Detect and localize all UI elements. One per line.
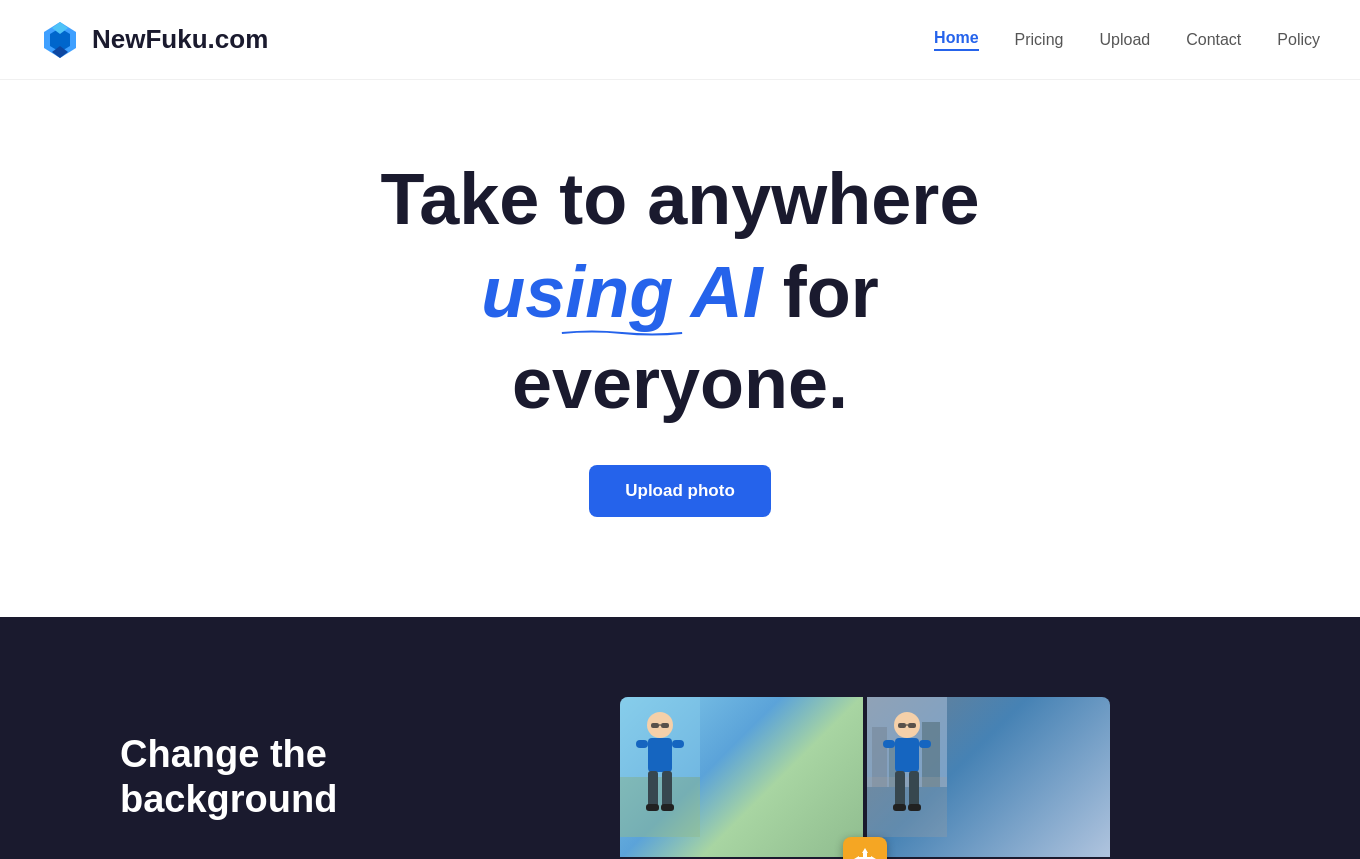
svg-rect-5 [620, 777, 700, 837]
transform-arrow-icon [843, 837, 887, 859]
svg-rect-7 [651, 723, 659, 728]
svg-rect-8 [661, 723, 669, 728]
svg-rect-11 [636, 740, 648, 748]
logo-icon [40, 20, 80, 60]
svg-rect-24 [908, 723, 916, 728]
svg-rect-29 [895, 771, 905, 807]
person-figure-tl [620, 697, 700, 837]
dark-section-description: Revolutionize your photos with AI that c… [120, 851, 540, 859]
svg-rect-13 [648, 771, 658, 807]
nav-link-upload[interactable]: Upload [1099, 31, 1150, 49]
logo-text: NewFuku.com [92, 24, 268, 55]
nav-link-contact[interactable]: Contact [1186, 31, 1241, 49]
svg-rect-27 [883, 740, 895, 748]
svg-rect-10 [648, 738, 672, 772]
svg-rect-23 [898, 723, 906, 728]
nav-link-pricing[interactable]: Pricing [1015, 31, 1064, 49]
hero-for-text: for [763, 252, 879, 332]
nav-links: Home Pricing Upload Contact Policy [934, 29, 1320, 51]
nav-link-policy[interactable]: Policy [1277, 31, 1320, 49]
hero-title-line2: using AI for [40, 251, 1320, 334]
svg-rect-32 [908, 804, 921, 811]
background-image-grid [620, 697, 1110, 859]
dark-section-title: Change the background [120, 732, 540, 823]
svg-rect-16 [661, 804, 674, 811]
dark-section: Change the background Revolutionize your… [0, 617, 1360, 859]
svg-rect-28 [919, 740, 931, 748]
grid-cell-city [867, 697, 1110, 857]
svg-rect-15 [646, 804, 659, 811]
nav-link-home[interactable]: Home [934, 29, 978, 51]
hero-everyone-text: everyone. [40, 342, 1320, 425]
svg-rect-30 [909, 771, 919, 807]
grid-cell-original [620, 697, 863, 857]
hero-section: Take to anywhere using AI for everyone. … [0, 80, 1360, 617]
svg-rect-26 [895, 738, 919, 772]
svg-rect-31 [893, 804, 906, 811]
dark-text-area: Change the background Revolutionize your… [120, 732, 540, 859]
svg-rect-14 [662, 771, 672, 807]
upload-photo-button[interactable]: Upload photo [589, 465, 771, 517]
hero-ai-text: using AI [481, 252, 762, 332]
logo-area: NewFuku.com [40, 20, 268, 60]
person-figure-tr [867, 697, 947, 837]
svg-rect-12 [672, 740, 684, 748]
navbar: NewFuku.com Home Pricing Upload Contact … [0, 0, 1360, 80]
svg-rect-21 [867, 777, 947, 837]
hero-title-line1: Take to anywhere [40, 160, 1320, 239]
